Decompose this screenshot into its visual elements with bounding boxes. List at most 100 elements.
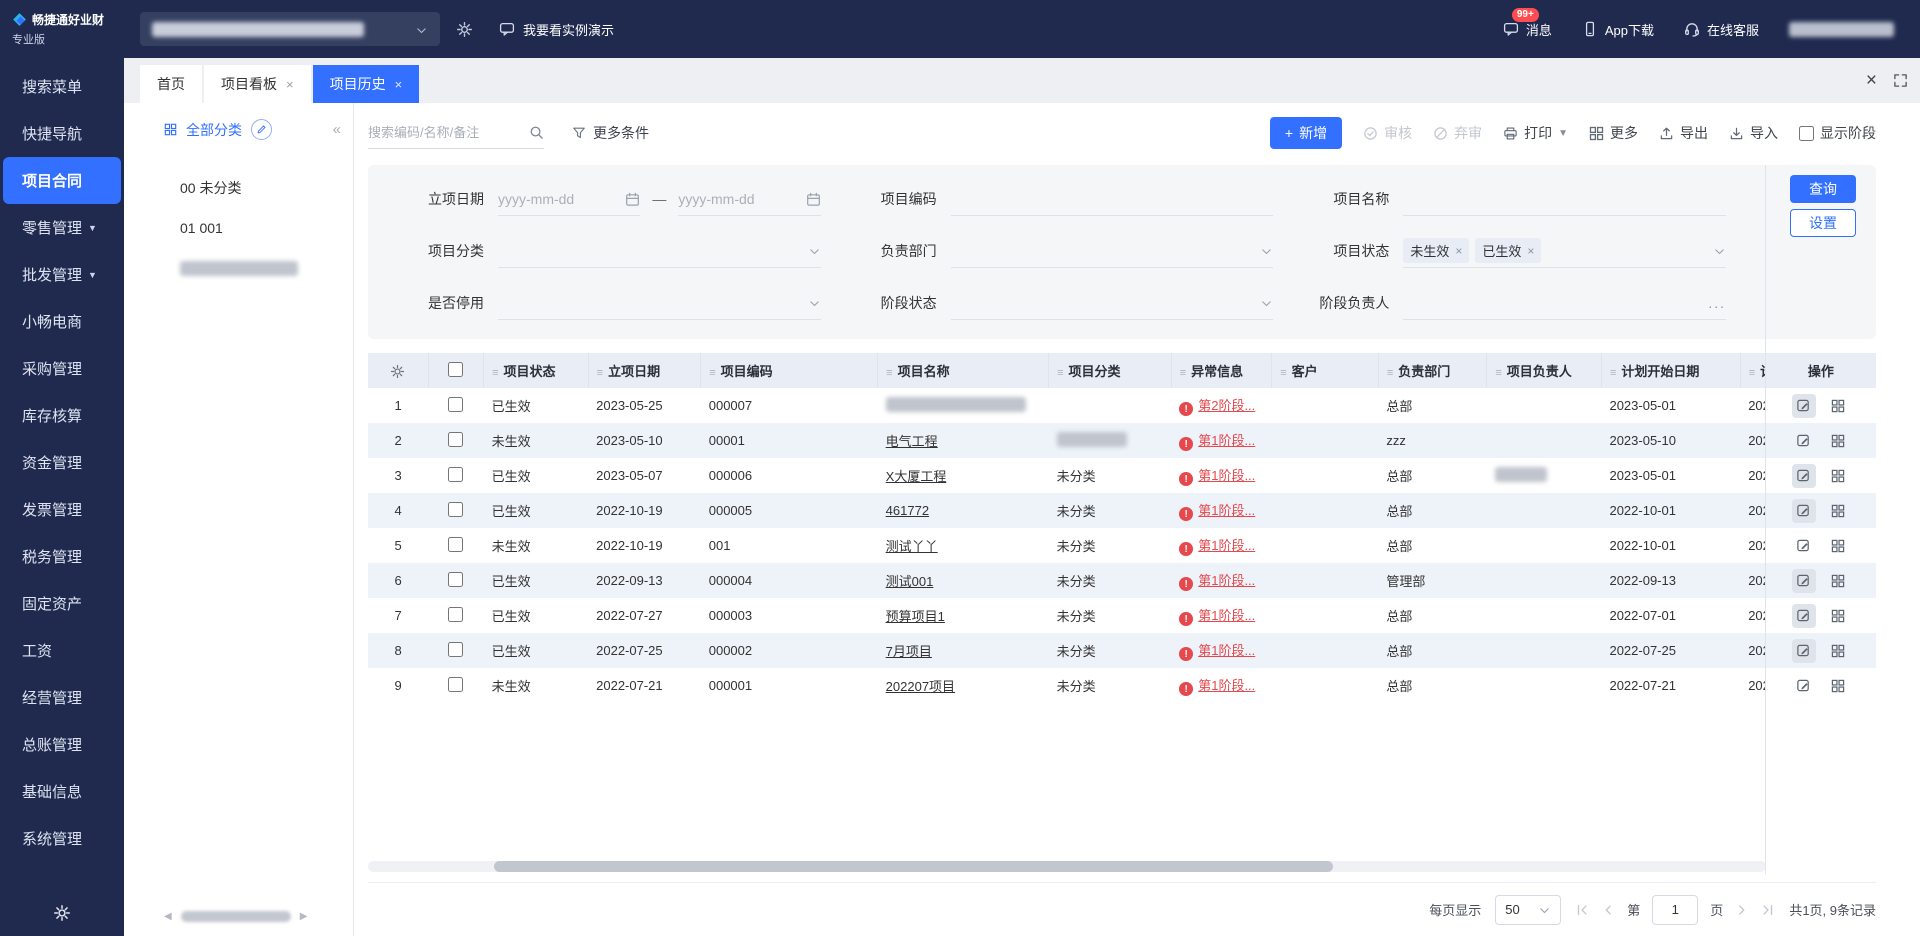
print-button[interactable]: 打印 ▼ (1503, 123, 1568, 143)
edit-button[interactable] (1792, 674, 1816, 698)
project-name-link[interactable]: 7月项目 (886, 644, 932, 659)
column-header[interactable]: ≡ 客户 (1271, 353, 1379, 388)
department-select[interactable] (950, 234, 1274, 268)
tab-1[interactable]: 项目看板 × (204, 65, 311, 103)
more-actions-grid-button[interactable] (1826, 569, 1850, 593)
stage-owner-picker[interactable]: ... (1403, 286, 1726, 320)
edit-button[interactable] (1791, 568, 1816, 593)
settings-button[interactable]: 设置 (1790, 209, 1856, 237)
error-link[interactable]: 第1阶段... (1198, 643, 1255, 658)
sidebar-item[interactable]: 快捷导航 (0, 110, 124, 157)
calendar-icon[interactable] (806, 190, 821, 207)
project-name-link[interactable]: X大厦工程 (886, 469, 947, 484)
scrollbar-thumb[interactable] (493, 861, 1333, 872)
error-link[interactable]: 第1阶段... (1198, 503, 1255, 518)
edit-button[interactable] (1792, 534, 1816, 558)
calendar-icon[interactable] (625, 190, 640, 207)
user-account[interactable] (1789, 21, 1894, 37)
project-status-select[interactable]: 未生效 × 已生效 × (1403, 234, 1726, 268)
next-page-button[interactable] (1735, 903, 1749, 917)
project-category-select[interactable] (498, 234, 821, 268)
more-conditions-button[interactable]: 更多条件 (572, 123, 649, 143)
column-header[interactable]: ≡ 项目名称 (877, 353, 1050, 388)
row-checkbox[interactable] (448, 431, 464, 447)
error-link[interactable]: 第1阶段... (1198, 678, 1255, 693)
remove-tag-icon[interactable]: × (1527, 244, 1534, 258)
show-stage-checkbox[interactable] (1799, 125, 1814, 141)
is-disabled-select[interactable] (498, 286, 821, 320)
project-name-link[interactable]: 测试001 (886, 574, 934, 589)
column-header[interactable]: ≡ 项目负责人 (1486, 353, 1602, 388)
date-to-input[interactable] (678, 190, 800, 207)
first-page-button[interactable] (1575, 903, 1589, 917)
error-link[interactable]: 第2阶段... (1198, 398, 1255, 413)
more-button[interactable]: 更多 (1589, 123, 1638, 143)
sidebar-item[interactable]: 零售管理 ▼ (0, 204, 124, 251)
messages-button[interactable]: 99+ 消息 (1503, 7, 1552, 39)
project-code-input[interactable] (950, 190, 1274, 207)
sidebar-item[interactable]: 库存核算 (0, 392, 124, 439)
page-number-input[interactable] (1652, 894, 1699, 925)
error-link[interactable]: 第1阶段... (1198, 538, 1255, 553)
sidebar-item[interactable]: 工资 (0, 627, 124, 674)
project-name-link[interactable]: 461772 (886, 503, 929, 518)
edit-button[interactable] (1791, 603, 1816, 628)
import-button[interactable]: 导入 (1729, 123, 1778, 143)
add-button[interactable]: + 新增 (1269, 117, 1343, 149)
category-item[interactable]: 01 001 (124, 208, 353, 248)
ellipsis-picker-icon[interactable]: ... (1708, 295, 1726, 311)
column-settings-header[interactable] (368, 353, 429, 388)
previous-page-button[interactable] (1601, 903, 1615, 917)
gear-icon[interactable] (390, 364, 405, 379)
sidebar-item[interactable]: 系统管理 (0, 815, 124, 862)
more-actions-grid-button[interactable] (1826, 429, 1850, 453)
edit-button[interactable] (1791, 393, 1816, 418)
more-actions-grid-button[interactable] (1826, 394, 1850, 418)
row-checkbox[interactable] (448, 396, 464, 412)
fullscreen-icon[interactable] (1893, 73, 1908, 88)
project-name-link[interactable]: 测试丫丫 (886, 539, 938, 554)
query-button[interactable]: 查询 (1790, 175, 1856, 203)
sidebar-item[interactable]: 小畅电商 (0, 298, 124, 345)
project-name-link[interactable]: 电气工程 (886, 434, 938, 449)
more-actions-grid-button[interactable] (1826, 674, 1850, 698)
date-from-input[interactable] (498, 190, 620, 207)
unaudit-button[interactable]: 弃审 (1433, 123, 1482, 143)
sidebar-item[interactable]: 基础信息 (0, 768, 124, 815)
column-header[interactable]: ≡ 项目编码 (700, 353, 879, 388)
app-download-button[interactable]: App下载 (1582, 20, 1654, 39)
error-link[interactable]: 第1阶段... (1198, 573, 1255, 588)
select-all-checkbox[interactable] (448, 361, 464, 377)
more-actions-grid-button[interactable] (1826, 639, 1850, 663)
row-checkbox[interactable] (448, 466, 464, 482)
more-actions-grid-button[interactable] (1826, 499, 1850, 523)
tab-0[interactable]: 首页 (140, 65, 202, 103)
edit-button[interactable] (1791, 463, 1816, 488)
category-item[interactable] (124, 248, 353, 288)
column-header[interactable]: ≡ 异常信息 (1171, 353, 1273, 388)
sidebar-item[interactable]: 固定资产 (0, 580, 124, 627)
edit-button[interactable] (1791, 498, 1816, 523)
more-actions-grid-button[interactable] (1826, 534, 1850, 558)
sidebar-item[interactable]: 资金管理 (0, 439, 124, 486)
category-edit-button[interactable] (251, 119, 272, 140)
stage-status-select[interactable] (950, 286, 1274, 320)
sidebar-item[interactable]: 采购管理 (0, 345, 124, 392)
row-checkbox[interactable] (448, 571, 464, 587)
row-checkbox[interactable] (448, 536, 464, 552)
project-name-link[interactable]: 预算项目1 (886, 609, 945, 624)
account-selector[interactable] (140, 12, 440, 46)
online-service-button[interactable]: 在线客服 (1684, 20, 1759, 39)
sidebar-item[interactable]: 批发管理 ▼ (0, 251, 124, 298)
row-checkbox[interactable] (448, 606, 464, 622)
sidebar-item[interactable]: 经营管理 (0, 674, 124, 721)
error-link[interactable]: 第1阶段... (1198, 608, 1255, 623)
search-icon[interactable] (529, 125, 544, 140)
last-page-button[interactable] (1761, 903, 1775, 917)
close-icon[interactable]: × (395, 77, 403, 92)
sidebar-item[interactable]: 税务管理 (0, 533, 124, 580)
sidebar-item[interactable]: 总账管理 (0, 721, 124, 768)
more-actions-grid-button[interactable] (1826, 464, 1850, 488)
edit-button[interactable] (1792, 429, 1816, 453)
column-header[interactable]: ≡计 (1740, 353, 1766, 388)
